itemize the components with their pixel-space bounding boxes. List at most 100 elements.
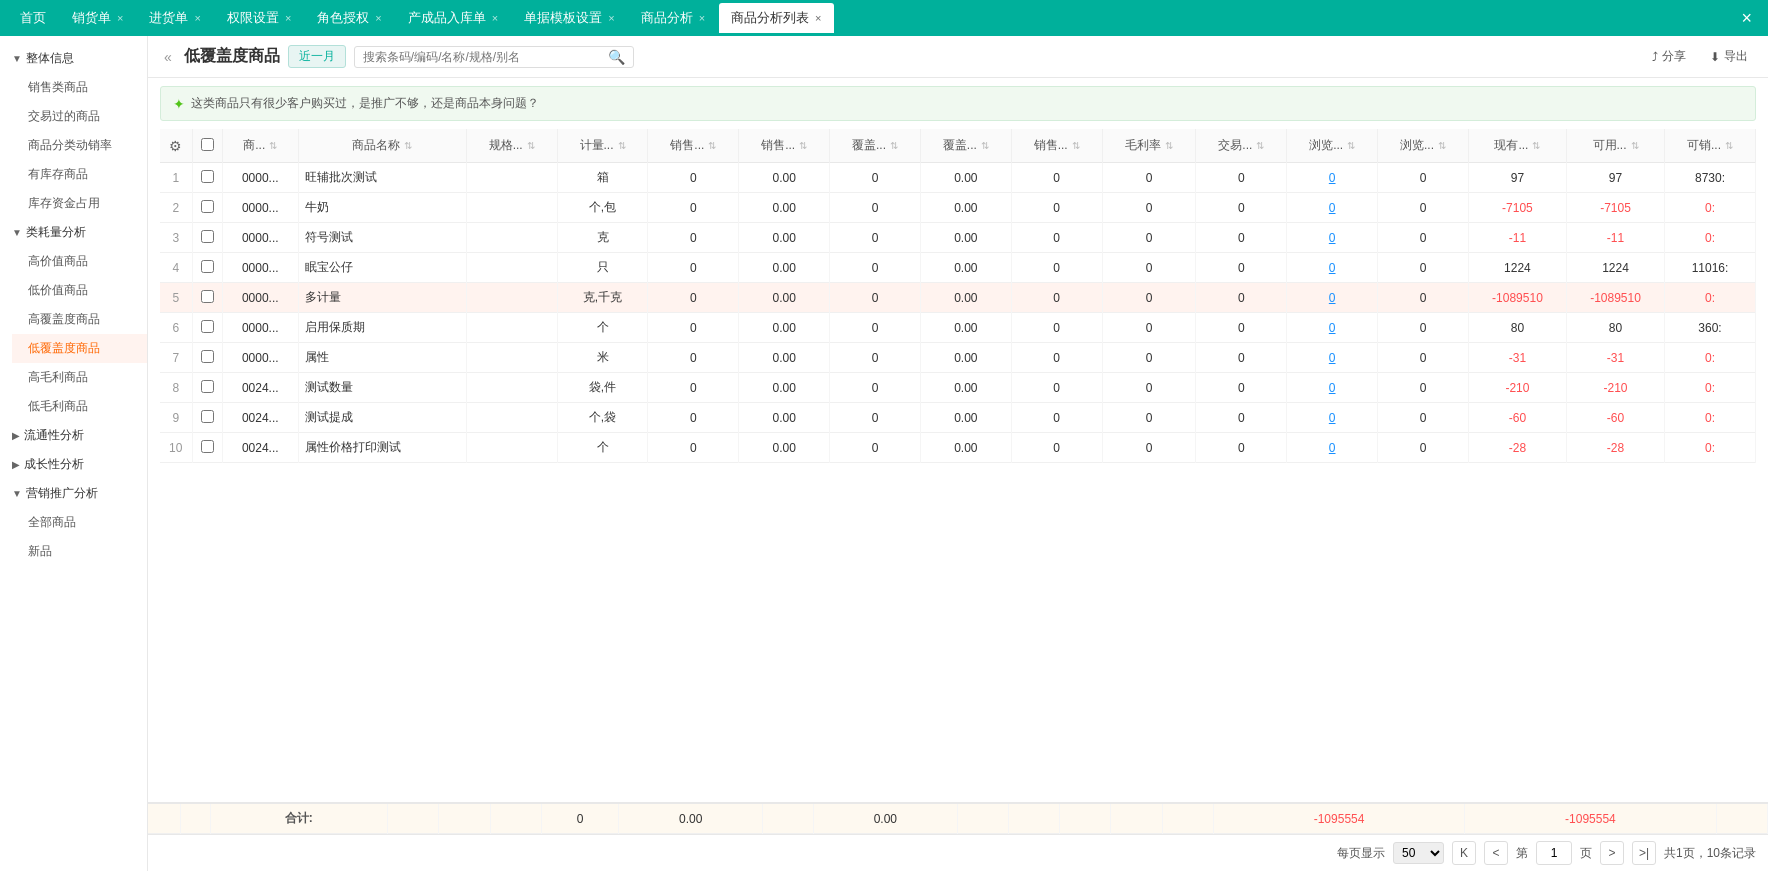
- export-button[interactable]: ⬇ 导出: [1702, 44, 1756, 69]
- row-checkbox[interactable]: [201, 440, 214, 453]
- sidebar-item-high-profit[interactable]: 高毛利商品: [12, 363, 147, 392]
- row-view1[interactable]: 0: [1287, 193, 1378, 223]
- current-column-header[interactable]: 现有...⇅: [1468, 129, 1566, 163]
- row-checkbox-cell[interactable]: [192, 193, 222, 223]
- row-view1[interactable]: 0: [1287, 163, 1378, 193]
- settings-column-header[interactable]: ⚙: [160, 129, 192, 163]
- row-checkbox-cell[interactable]: [192, 313, 222, 343]
- search-input[interactable]: [363, 50, 604, 64]
- nav-product-analysis-list[interactable]: 商品分析列表 ×: [719, 3, 833, 33]
- sidebar-item-sales-goods[interactable]: 销售类商品: [12, 73, 147, 102]
- filter-recent-month-button[interactable]: 近一月: [288, 45, 346, 68]
- unit-column-header[interactable]: 计量...⇅: [557, 129, 648, 163]
- row-view1[interactable]: 0: [1287, 343, 1378, 373]
- prev-page-button[interactable]: <: [1484, 841, 1508, 865]
- row-view1[interactable]: 0: [1287, 403, 1378, 433]
- row-view1[interactable]: 0: [1287, 283, 1378, 313]
- available-column-header[interactable]: 可用...⇅: [1566, 129, 1664, 163]
- nav-roles[interactable]: 角色授权 ×: [305, 3, 393, 33]
- select-all-checkbox[interactable]: [201, 138, 214, 151]
- view2-column-header[interactable]: 浏览...⇅: [1378, 129, 1469, 163]
- nav-product-analysis-close[interactable]: ×: [699, 12, 705, 24]
- sale-qty-column-header[interactable]: 销售...⇅: [648, 129, 739, 163]
- nav-product-analysis-list-close[interactable]: ×: [815, 12, 821, 24]
- code-column-header[interactable]: 商...⇅: [222, 129, 299, 163]
- row-checkbox[interactable]: [201, 260, 214, 273]
- row-view1[interactable]: 0: [1287, 223, 1378, 253]
- row-checkbox-cell[interactable]: [192, 343, 222, 373]
- row-checkbox[interactable]: [201, 410, 214, 423]
- sale3-column-header[interactable]: 销售...⇅: [1011, 129, 1102, 163]
- trade-column-header[interactable]: 交易...⇅: [1196, 129, 1287, 163]
- saleable-column-header[interactable]: 可销...⇅: [1665, 129, 1756, 163]
- search-icon[interactable]: 🔍: [608, 49, 625, 65]
- sidebar-item-high-value[interactable]: 高价值商品: [12, 247, 147, 276]
- cover2-column-header[interactable]: 覆盖...⇅: [920, 129, 1011, 163]
- sidebar-section-growth[interactable]: ▶ 成长性分析: [0, 450, 147, 479]
- sidebar-item-traded-goods[interactable]: 交易过的商品: [12, 102, 147, 131]
- checkbox-column-header[interactable]: [192, 129, 222, 163]
- nav-roles-close[interactable]: ×: [375, 12, 381, 24]
- sidebar-section-overall[interactable]: ▼ 整体信息: [0, 44, 147, 73]
- nav-sales[interactable]: 销货单 ×: [60, 3, 135, 33]
- row-checkbox[interactable]: [201, 200, 214, 213]
- row-checkbox[interactable]: [201, 380, 214, 393]
- row-name: 眠宝公仔: [299, 253, 467, 283]
- settings-gear-icon[interactable]: ⚙: [169, 138, 182, 154]
- row-checkbox-cell[interactable]: [192, 223, 222, 253]
- row-checkbox-cell[interactable]: [192, 403, 222, 433]
- row-checkbox[interactable]: [201, 350, 214, 363]
- spec-column-header[interactable]: 规格...⇅: [466, 129, 557, 163]
- share-button[interactable]: ⤴ 分享: [1644, 44, 1694, 69]
- nav-permissions[interactable]: 权限设置 ×: [215, 3, 303, 33]
- sidebar-item-stock-capital[interactable]: 库存资金占用: [12, 189, 147, 218]
- row-checkbox-cell[interactable]: [192, 433, 222, 463]
- row-checkbox-cell[interactable]: [192, 163, 222, 193]
- nav-product-analysis[interactable]: 商品分析 ×: [629, 3, 717, 33]
- row-view1[interactable]: 0: [1287, 433, 1378, 463]
- nav-permissions-close[interactable]: ×: [285, 12, 291, 24]
- name-column-header[interactable]: 商品名称⇅: [299, 129, 467, 163]
- next-page-button[interactable]: >: [1600, 841, 1624, 865]
- cover1-column-header[interactable]: 覆盖...⇅: [830, 129, 921, 163]
- row-checkbox-cell[interactable]: [192, 253, 222, 283]
- nav-purchase[interactable]: 进货单 ×: [137, 3, 212, 33]
- first-page-button[interactable]: K: [1452, 841, 1476, 865]
- sidebar-section-consumption[interactable]: ▼ 类耗量分析: [0, 218, 147, 247]
- row-view1[interactable]: 0: [1287, 253, 1378, 283]
- nav-product-inbound-close[interactable]: ×: [492, 12, 498, 24]
- sidebar-item-category-rate[interactable]: 商品分类动销率: [12, 131, 147, 160]
- row-checkbox-cell[interactable]: [192, 373, 222, 403]
- row-checkbox[interactable]: [201, 320, 214, 333]
- nav-home[interactable]: 首页: [8, 3, 58, 33]
- sidebar-item-all-goods[interactable]: 全部商品: [12, 508, 147, 537]
- nav-template-close[interactable]: ×: [608, 12, 614, 24]
- collapse-sidebar-button[interactable]: «: [160, 47, 176, 67]
- sale-amt-column-header[interactable]: 销售...⇅: [739, 129, 830, 163]
- row-view1[interactable]: 0: [1287, 313, 1378, 343]
- nav-purchase-close[interactable]: ×: [194, 12, 200, 24]
- sidebar-section-marketing[interactable]: ▼ 营销推广分析: [0, 479, 147, 508]
- row-checkbox[interactable]: [201, 230, 214, 243]
- view1-column-header[interactable]: 浏览...⇅: [1287, 129, 1378, 163]
- sidebar-item-new-goods[interactable]: 新品: [12, 537, 147, 566]
- gross-column-header[interactable]: 毛利率⇅: [1102, 129, 1196, 163]
- row-checkbox-cell[interactable]: [192, 283, 222, 313]
- sidebar-item-high-coverage[interactable]: 高覆盖度商品: [12, 305, 147, 334]
- window-close-button[interactable]: ×: [1733, 8, 1760, 29]
- nav-sales-close[interactable]: ×: [117, 12, 123, 24]
- sidebar-item-stocked-goods[interactable]: 有库存商品: [12, 160, 147, 189]
- row-name: 测试提成: [299, 403, 467, 433]
- row-checkbox[interactable]: [201, 170, 214, 183]
- nav-product-inbound[interactable]: 产成品入库单 ×: [396, 3, 510, 33]
- last-page-button[interactable]: >|: [1632, 841, 1656, 865]
- sidebar-item-low-profit[interactable]: 低毛利商品: [12, 392, 147, 421]
- row-checkbox[interactable]: [201, 290, 214, 303]
- nav-template[interactable]: 单据模板设置 ×: [512, 3, 626, 33]
- page-number-input[interactable]: [1536, 841, 1572, 865]
- sidebar-item-low-coverage[interactable]: 低覆盖度商品: [12, 334, 147, 363]
- sidebar-item-low-value[interactable]: 低价值商品: [12, 276, 147, 305]
- sidebar-section-circulation[interactable]: ▶ 流通性分析: [0, 421, 147, 450]
- row-view1[interactable]: 0: [1287, 373, 1378, 403]
- page-size-select[interactable]: 50 100: [1393, 842, 1444, 864]
